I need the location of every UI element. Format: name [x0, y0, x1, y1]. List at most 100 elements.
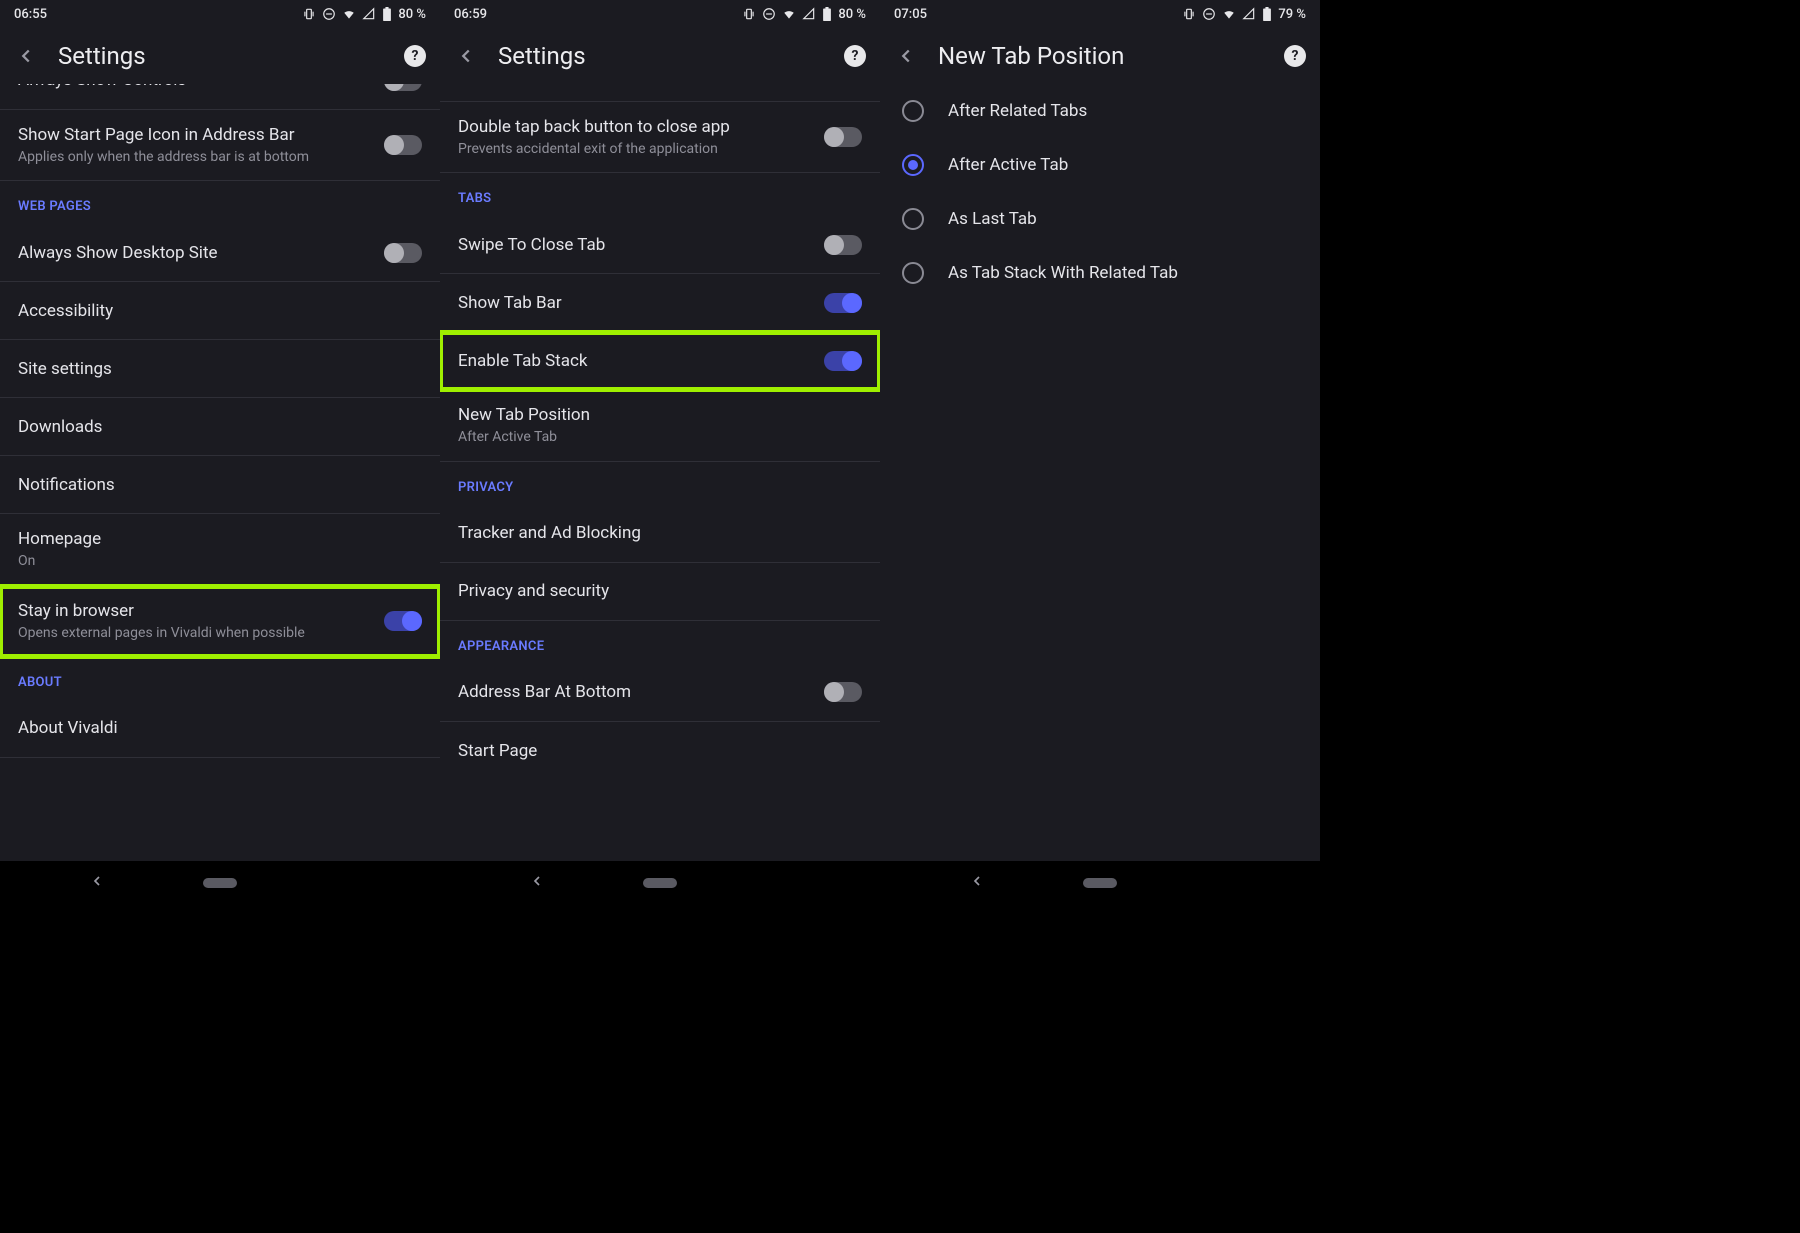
- row-privacy-security[interactable]: Privacy and security: [440, 563, 880, 621]
- row-title: Always Show Desktop Site: [18, 242, 370, 264]
- page-title: Settings: [498, 42, 824, 70]
- android-navbar: [880, 861, 1320, 905]
- status-bar: 07:05 79 %: [880, 0, 1320, 28]
- battery-icon: [1262, 7, 1272, 21]
- option-as-last-tab[interactable]: As Last Tab: [880, 192, 1320, 246]
- vibrate-icon: [1182, 7, 1196, 21]
- status-indicators: 79 %: [1182, 7, 1306, 22]
- signal-icon: [1242, 7, 1256, 21]
- row-enable-tab-stack[interactable]: Enable Tab Stack: [440, 332, 880, 390]
- row-address-bar-bottom[interactable]: Address Bar At Bottom: [440, 664, 880, 722]
- row-desktop-site[interactable]: Always Show Desktop Site: [0, 224, 440, 282]
- row-accessibility[interactable]: Accessibility: [0, 282, 440, 340]
- dnd-icon: [762, 7, 776, 21]
- row-tracker-ad-blocking[interactable]: Tracker and Ad Blocking: [440, 505, 880, 563]
- row-show-tab-bar[interactable]: Show Tab Bar: [440, 274, 880, 332]
- header: New Tab Position ?: [880, 28, 1320, 84]
- row-site-settings[interactable]: Site settings: [0, 340, 440, 398]
- page-title: New Tab Position: [938, 42, 1264, 70]
- battery-percent: 80 %: [398, 7, 426, 22]
- battery-percent: 80 %: [838, 7, 866, 22]
- row-subtitle: Opens external pages in Vivaldi when pos…: [18, 624, 370, 642]
- battery-icon: [382, 7, 392, 21]
- option-after-related-tabs[interactable]: After Related Tabs: [880, 84, 1320, 138]
- row-subtitle: Prevents accidental exit of the applicat…: [458, 140, 810, 158]
- row-start-page[interactable]: Start Page: [440, 722, 880, 780]
- battery-percent: 79 %: [1278, 7, 1306, 22]
- row-about-vivaldi[interactable]: About Vivaldi: [0, 700, 440, 758]
- settings-list[interactable]: Double tap back button to close app Prev…: [440, 84, 880, 861]
- option-after-active-tab[interactable]: After Active Tab: [880, 138, 1320, 192]
- row-downloads[interactable]: Downloads: [0, 398, 440, 456]
- toggle-always-show-controls[interactable]: [384, 84, 422, 91]
- row-title: Start Page: [458, 740, 862, 762]
- radio-icon[interactable]: [902, 208, 924, 230]
- panel-settings-1: 06:55 80 % Settings ? Always Show Contro…: [0, 0, 440, 905]
- radio-list: After Related Tabs After Active Tab As L…: [880, 84, 1320, 861]
- toggle-desktop-site[interactable]: [384, 243, 422, 263]
- row-title: Privacy and security: [458, 580, 862, 602]
- row-notifications[interactable]: Notifications: [0, 456, 440, 514]
- section-tabs: TABS: [440, 173, 880, 216]
- toggle-swipe-close-tab[interactable]: [824, 235, 862, 255]
- status-indicators: 80 %: [302, 7, 426, 22]
- nav-back-icon[interactable]: [529, 873, 545, 894]
- row-title: Notifications: [18, 474, 422, 496]
- row-double-tap-back[interactable]: Double tap back button to close app Prev…: [440, 102, 880, 173]
- toggle-show-tab-bar[interactable]: [824, 293, 862, 313]
- wifi-icon: [782, 7, 796, 21]
- nav-home-pill[interactable]: [643, 878, 677, 888]
- back-button[interactable]: [454, 44, 478, 68]
- header: Settings ?: [0, 28, 440, 84]
- section-web-pages: WEB PAGES: [0, 181, 440, 224]
- row-always-show-controls[interactable]: Always Show Controls: [0, 84, 440, 110]
- radio-icon[interactable]: [902, 154, 924, 176]
- row-new-tab-position[interactable]: New Tab Position After Active Tab: [440, 390, 880, 461]
- row-title: Enable Tab Stack: [458, 350, 810, 372]
- radio-label: As Tab Stack With Related Tab: [948, 263, 1178, 283]
- toggle-start-page-icon[interactable]: [384, 135, 422, 155]
- radio-icon[interactable]: [902, 262, 924, 284]
- row-subtitle: Applies only when the address bar is at …: [18, 148, 370, 166]
- row-stay-in-browser[interactable]: Stay in browser Opens external pages in …: [0, 586, 440, 657]
- row-swipe-close-tab[interactable]: Swipe To Close Tab: [440, 216, 880, 274]
- nav-back-icon[interactable]: [89, 873, 105, 894]
- section-appearance: APPEARANCE: [440, 621, 880, 664]
- back-button[interactable]: [14, 44, 38, 68]
- row-homepage[interactable]: Homepage On: [0, 514, 440, 585]
- nav-home-pill[interactable]: [1083, 878, 1117, 888]
- toggle-stay-in-browser[interactable]: [384, 611, 422, 631]
- radio-icon[interactable]: [902, 100, 924, 122]
- row-title: Stay in browser: [18, 600, 370, 622]
- row-start-page-icon[interactable]: Show Start Page Icon in Address Bar Appl…: [0, 110, 440, 181]
- wifi-icon: [1222, 7, 1236, 21]
- radio-label: As Last Tab: [948, 209, 1037, 229]
- section-privacy: PRIVACY: [440, 462, 880, 505]
- section-about: ABOUT: [0, 657, 440, 700]
- row-title: Address Bar At Bottom: [458, 681, 810, 703]
- dnd-icon: [1202, 7, 1216, 21]
- row-title: New Tab Position: [458, 404, 862, 426]
- row-title: Double tap back button to close app: [458, 116, 810, 138]
- status-bar: 06:55 80 %: [0, 0, 440, 28]
- vibrate-icon: [302, 7, 316, 21]
- help-icon[interactable]: ?: [404, 45, 426, 67]
- wifi-icon: [342, 7, 356, 21]
- option-as-tab-stack-related[interactable]: As Tab Stack With Related Tab: [880, 246, 1320, 300]
- help-icon[interactable]: ?: [1284, 45, 1306, 67]
- help-icon[interactable]: ?: [844, 45, 866, 67]
- toggle-double-tap-back[interactable]: [824, 127, 862, 147]
- dnd-icon: [322, 7, 336, 21]
- back-button[interactable]: [894, 44, 918, 68]
- row-title: Homepage: [18, 528, 422, 550]
- panel-settings-2: 06:59 80 % Settings ? Double tap back bu…: [440, 0, 880, 905]
- nav-back-icon[interactable]: [969, 873, 985, 894]
- row-subtitle: On: [18, 552, 422, 570]
- settings-list[interactable]: Always Show Controls Show Start Page Ico…: [0, 84, 440, 861]
- toggle-enable-tab-stack[interactable]: [824, 351, 862, 371]
- row-title: Show Start Page Icon in Address Bar: [18, 124, 370, 146]
- toggle-address-bar-bottom[interactable]: [824, 682, 862, 702]
- row-title: Swipe To Close Tab: [458, 234, 810, 256]
- row-title: Downloads: [18, 416, 422, 438]
- nav-home-pill[interactable]: [203, 878, 237, 888]
